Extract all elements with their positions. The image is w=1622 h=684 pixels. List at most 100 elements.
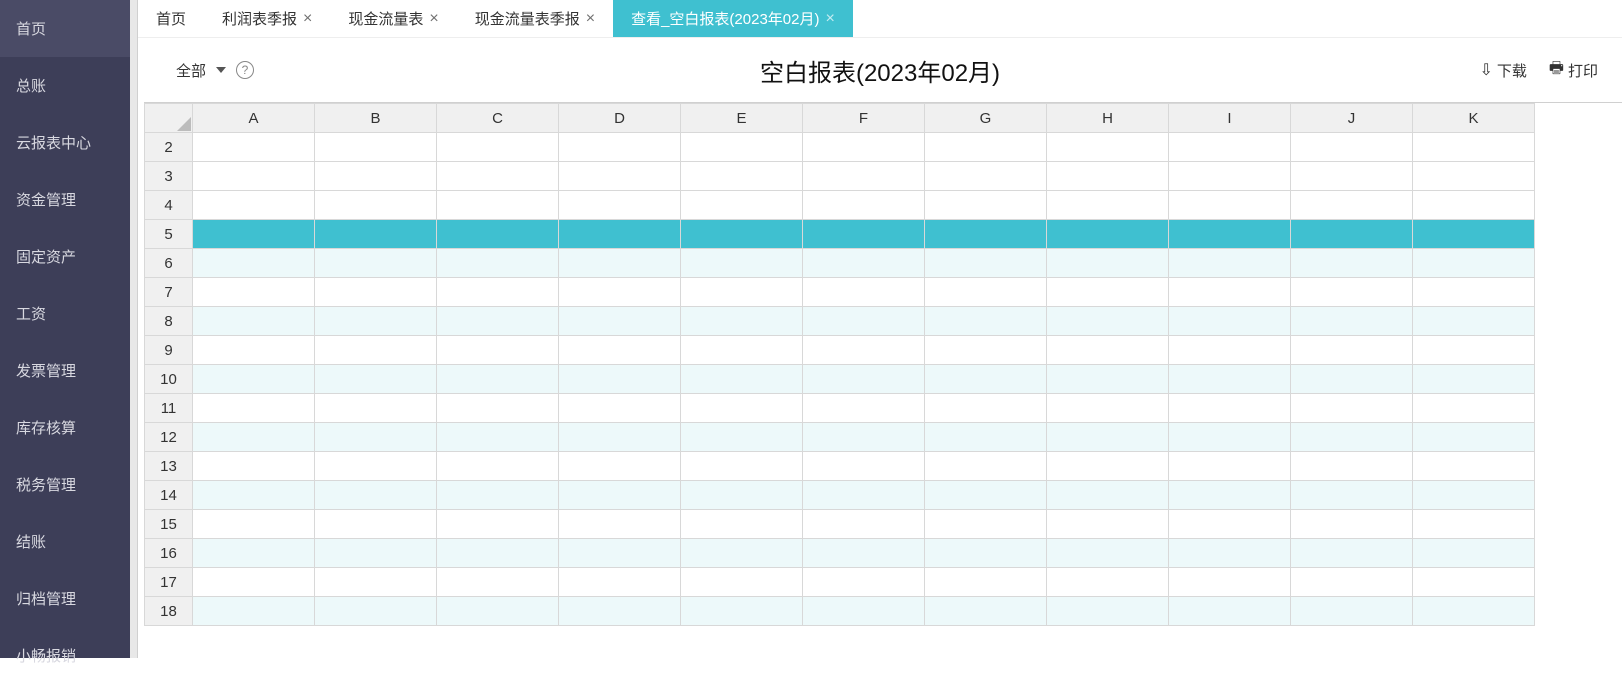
cell-B9[interactable]	[315, 336, 437, 365]
cell-G15[interactable]	[925, 510, 1047, 539]
cell-E6[interactable]	[681, 249, 803, 278]
cell-A2[interactable]	[193, 133, 315, 162]
column-header-C[interactable]: C	[437, 104, 559, 133]
sidebar-item-0[interactable]: 首页	[0, 0, 130, 57]
cell-B4[interactable]	[315, 191, 437, 220]
cell-G16[interactable]	[925, 539, 1047, 568]
cell-K11[interactable]	[1413, 394, 1535, 423]
cell-G4[interactable]	[925, 191, 1047, 220]
cell-G7[interactable]	[925, 278, 1047, 307]
cell-B13[interactable]	[315, 452, 437, 481]
print-button[interactable]: 打印	[1549, 57, 1598, 84]
column-header-G[interactable]: G	[925, 104, 1047, 133]
spreadsheet[interactable]: ABCDEFGHIJK23456789101112131415161718	[144, 102, 1622, 658]
cell-K6[interactable]	[1413, 249, 1535, 278]
cell-C17[interactable]	[437, 568, 559, 597]
row-header-2[interactable]: 2	[145, 133, 193, 162]
cell-J4[interactable]	[1291, 191, 1413, 220]
sidebar-item-3[interactable]: 资金管理	[0, 171, 130, 228]
cell-A12[interactable]	[193, 423, 315, 452]
cell-A7[interactable]	[193, 278, 315, 307]
cell-K16[interactable]	[1413, 539, 1535, 568]
row-header-16[interactable]: 16	[145, 539, 193, 568]
cell-H13[interactable]	[1047, 452, 1169, 481]
cell-A4[interactable]	[193, 191, 315, 220]
cell-D4[interactable]	[559, 191, 681, 220]
cell-I18[interactable]	[1169, 597, 1291, 626]
cell-F11[interactable]	[803, 394, 925, 423]
column-header-A[interactable]: A	[193, 104, 315, 133]
cell-E16[interactable]	[681, 539, 803, 568]
cell-C10[interactable]	[437, 365, 559, 394]
cell-J2[interactable]	[1291, 133, 1413, 162]
cell-K13[interactable]	[1413, 452, 1535, 481]
cell-H11[interactable]	[1047, 394, 1169, 423]
row-header-9[interactable]: 9	[145, 336, 193, 365]
cell-A9[interactable]	[193, 336, 315, 365]
tab-2[interactable]: 现金流量表×	[330, 0, 456, 37]
cell-D14[interactable]	[559, 481, 681, 510]
cell-C16[interactable]	[437, 539, 559, 568]
cell-I3[interactable]	[1169, 162, 1291, 191]
row-header-5[interactable]: 5	[145, 220, 193, 249]
cell-C14[interactable]	[437, 481, 559, 510]
cell-D18[interactable]	[559, 597, 681, 626]
cell-H4[interactable]	[1047, 191, 1169, 220]
cell-K10[interactable]	[1413, 365, 1535, 394]
cell-B10[interactable]	[315, 365, 437, 394]
cell-I13[interactable]	[1169, 452, 1291, 481]
cell-E10[interactable]	[681, 365, 803, 394]
cell-F18[interactable]	[803, 597, 925, 626]
cell-A5[interactable]	[193, 220, 315, 249]
cell-J6[interactable]	[1291, 249, 1413, 278]
filter-dropdown[interactable]: 全部 ?	[176, 60, 254, 81]
cell-F15[interactable]	[803, 510, 925, 539]
cell-D5[interactable]	[559, 220, 681, 249]
cell-F4[interactable]	[803, 191, 925, 220]
sidebar-item-9[interactable]: 结账	[0, 513, 130, 570]
cell-B5[interactable]	[315, 220, 437, 249]
column-header-I[interactable]: I	[1169, 104, 1291, 133]
sidebar-item-7[interactable]: 库存核算	[0, 399, 130, 456]
cell-B16[interactable]	[315, 539, 437, 568]
cell-I17[interactable]	[1169, 568, 1291, 597]
cell-G18[interactable]	[925, 597, 1047, 626]
cell-H6[interactable]	[1047, 249, 1169, 278]
sidebar-resize-handle[interactable]	[130, 0, 138, 658]
cell-H15[interactable]	[1047, 510, 1169, 539]
column-header-H[interactable]: H	[1047, 104, 1169, 133]
row-header-15[interactable]: 15	[145, 510, 193, 539]
cell-G8[interactable]	[925, 307, 1047, 336]
cell-C4[interactable]	[437, 191, 559, 220]
cell-C5[interactable]	[437, 220, 559, 249]
cell-B8[interactable]	[315, 307, 437, 336]
cell-C13[interactable]	[437, 452, 559, 481]
row-header-18[interactable]: 18	[145, 597, 193, 626]
cell-A17[interactable]	[193, 568, 315, 597]
cell-H5[interactable]	[1047, 220, 1169, 249]
cell-B7[interactable]	[315, 278, 437, 307]
cell-K18[interactable]	[1413, 597, 1535, 626]
column-header-K[interactable]: K	[1413, 104, 1535, 133]
cell-J5[interactable]	[1291, 220, 1413, 249]
sidebar-item-11[interactable]: 小畅报销	[0, 627, 130, 684]
cell-J18[interactable]	[1291, 597, 1413, 626]
tab-0[interactable]: 首页	[138, 0, 204, 37]
cell-D10[interactable]	[559, 365, 681, 394]
cell-B11[interactable]	[315, 394, 437, 423]
cell-K8[interactable]	[1413, 307, 1535, 336]
cell-K7[interactable]	[1413, 278, 1535, 307]
cell-F10[interactable]	[803, 365, 925, 394]
cell-K14[interactable]	[1413, 481, 1535, 510]
cell-I14[interactable]	[1169, 481, 1291, 510]
cell-C7[interactable]	[437, 278, 559, 307]
cell-K15[interactable]	[1413, 510, 1535, 539]
cell-E8[interactable]	[681, 307, 803, 336]
cell-J3[interactable]	[1291, 162, 1413, 191]
cell-F2[interactable]	[803, 133, 925, 162]
row-header-17[interactable]: 17	[145, 568, 193, 597]
cell-H16[interactable]	[1047, 539, 1169, 568]
cell-D6[interactable]	[559, 249, 681, 278]
cell-B18[interactable]	[315, 597, 437, 626]
row-header-7[interactable]: 7	[145, 278, 193, 307]
